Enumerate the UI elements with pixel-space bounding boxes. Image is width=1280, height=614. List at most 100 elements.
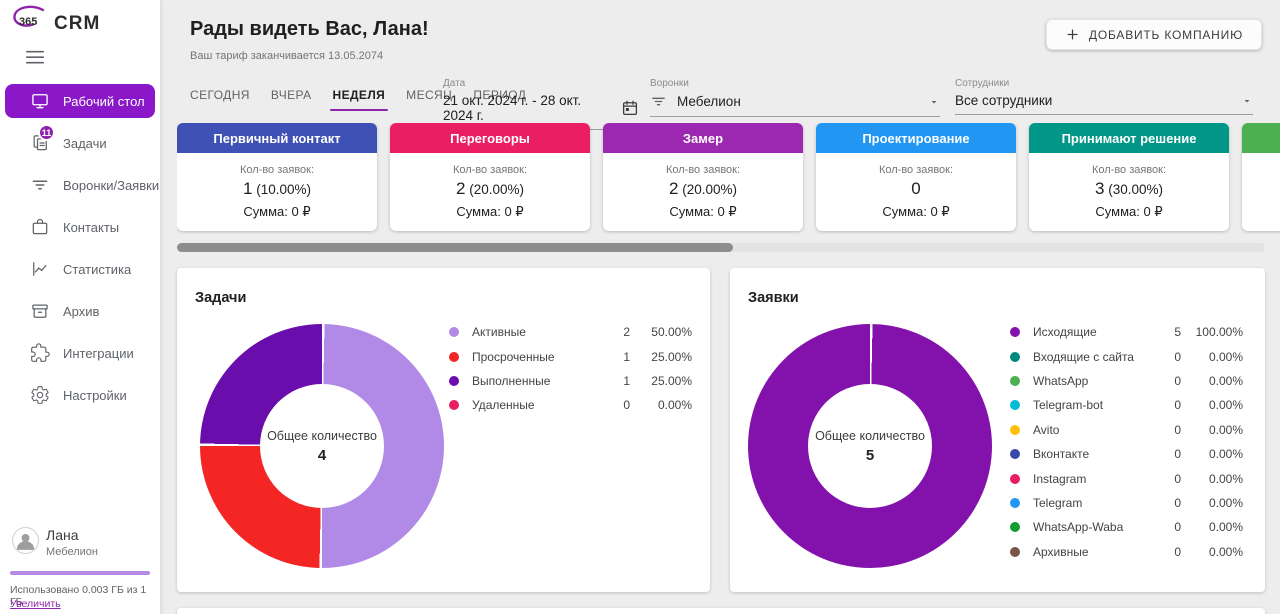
menu-toggle-icon[interactable] [24,48,46,66]
tab-today[interactable]: СЕГОДНЯ [190,88,250,111]
stage-count-label: Кол-во заявок: [878,164,954,176]
employees-selected-value: Все сотрудники [955,93,1053,108]
legend-color-dot [1010,449,1020,460]
stage-count-label: Кол-во заявок: [452,164,528,176]
legend-label: Удаленные [472,398,535,413]
stage-sum: Сумма: 0 ₽ [456,204,524,219]
legend-label: Avito [1033,422,1060,437]
stage-count: 0 [911,179,921,198]
user-name: Лана [46,527,79,543]
stage-card-deciding[interactable]: Принимают решение Кол-во заявок: 3 (30.0… [1029,123,1229,231]
funnel-filter-icon [652,97,665,106]
legend-item[interactable]: Удаленные 0 0.00% [449,393,692,417]
stages-scrollbar-track[interactable] [177,243,1265,252]
stage-sum: Сумма: 0 ₽ [1095,204,1163,219]
sidebar-item-integrations[interactable]: Интеграции [0,332,160,374]
legend-pct: 0.00% [1208,544,1243,559]
legend-color-dot [1010,400,1020,411]
legend-label: Instagram [1033,471,1087,486]
legend-label: Выполненные [472,373,551,388]
legend-count: 0 [1174,422,1181,437]
legend-color-dot [449,327,459,338]
date-field-label: Дата [443,78,466,89]
stage-card-primary-contact[interactable]: Первичный контакт Кол-во заявок: 1 (10.0… [177,123,377,231]
legend-color-dot [1010,546,1020,557]
legend-label: Исходящие [1033,325,1097,340]
svg-text:CRM: CRM [54,13,100,34]
legend-item[interactable]: Telegram 0 0.00% [1010,491,1243,515]
legend-item[interactable]: Instagram 0 0.00% [1010,466,1243,490]
legend-item[interactable]: Вконтакте 0 0.00% [1010,442,1243,466]
sidebar-item-contacts[interactable]: Контакты [0,206,160,248]
legend-pct: 25.00% [651,373,692,388]
legend-color-dot [449,375,459,386]
donut-center-total: 4 [317,446,327,464]
funnels-select[interactable]: Мебелион [650,93,940,117]
stage-card-negotiations[interactable]: Переговоры Кол-во заявок: 2 (20.00%) Сум… [390,123,590,231]
stage-header [1242,123,1280,153]
legend-pct: 25.00% [651,349,692,364]
sidebar-item-tasks[interactable]: 11 Задачи [0,122,160,164]
legend-pct: 0.00% [1208,398,1243,413]
legend-item[interactable]: Просроченные 1 25.00% [449,344,692,368]
app-logo: 365 CRM [6,2,136,49]
legend-item[interactable]: WhatsApp 0 0.00% [1010,369,1243,393]
stage-card-measurement[interactable]: Замер Кол-во заявок: 2 (20.00%) Сумма: 0… [603,123,803,231]
stage-card-partial[interactable] [1242,123,1280,231]
legend-count: 1 [623,349,630,364]
sidebar-item-statistics[interactable]: Статистика [0,248,160,290]
stage-count: 3 (30.00%) [1095,179,1163,198]
calendar-icon[interactable] [621,99,639,117]
legend-count: 0 [623,398,630,413]
storage-upgrade-link[interactable]: Увеличить [10,598,61,610]
sidebar-item-archive[interactable]: Архив [0,290,160,332]
sidebar-item-funnels[interactable]: Воронки/Заявки [0,164,160,206]
stages-scrollbar-thumb[interactable] [177,243,733,252]
legend-item[interactable]: Активные 2 50.00% [449,320,692,344]
tasks-badge: 11 [38,124,55,141]
legend-count: 5 [1174,325,1181,340]
sidebar-item-label: Воронки/Заявки [63,177,160,193]
leads-chart-title: Заявки [748,290,799,306]
legend-item[interactable]: Выполненные 1 25.00% [449,369,692,393]
legend-item[interactable]: Telegram-bot 0 0.00% [1010,393,1243,417]
legend-pct: 0.00% [1208,349,1243,364]
tasks-donut-center: Общее количество 4 [260,384,384,508]
legend-pct: 0.00% [1208,495,1243,510]
legend-color-dot [449,400,459,411]
legend-item[interactable]: Архивные 0 0.00% [1010,540,1243,564]
legend-label: Просроченные [472,349,555,364]
sidebar-item-settings[interactable]: Настройки [0,374,160,416]
legend-label: Входящие с сайта [1033,349,1134,364]
legend-pct: 0.00% [1208,447,1243,462]
tab-week[interactable]: НЕДЕЛЯ [329,88,388,111]
leads-chart-card: Заявки Общее количество 5 Исходящие 5 10… [730,268,1265,592]
stage-body: Кол-во заявок: 1 (10.00%) Сумма: 0 ₽ [177,164,377,220]
stage-body: Кол-во заявок: 0 Сумма: 0 ₽ [816,164,1016,220]
chevron-down-icon [931,100,937,103]
stage-body: Кол-во заявок: 2 (20.00%) Сумма: 0 ₽ [603,164,803,220]
legend-item[interactable]: Avito 0 0.00% [1010,418,1243,442]
tab-yesterday[interactable]: ВЧЕРА [271,88,312,111]
stage-body: Кол-во заявок: 2 (20.00%) Сумма: 0 ₽ [390,164,590,220]
legend-color-dot [1010,497,1020,508]
legend-count: 0 [1174,544,1181,559]
page-title: Рады видеть Вас, Лана! [190,18,429,40]
legend-count: 0 [1174,471,1181,486]
legend-color-dot [449,351,459,362]
add-company-button[interactable]: ДОБАВИТЬ КОМПАНИЮ [1045,19,1262,50]
donut-center-label: Общее количество [267,428,377,443]
legend-item[interactable]: WhatsApp-Waba 0 0.00% [1010,515,1243,539]
legend-pct: 0.00% [1208,471,1243,486]
stage-card-design[interactable]: Проектирование Кол-во заявок: 0 Сумма: 0… [816,123,1016,231]
add-company-label: ДОБАВИТЬ КОМПАНИЮ [1088,27,1243,42]
employees-select[interactable]: Все сотрудники [955,93,1253,115]
next-section-card [177,608,1265,614]
user-avatar[interactable] [12,527,39,554]
funnels-selected-value: Мебелион [677,94,741,109]
legend-item[interactable]: Исходящие 5 100.00% [1010,320,1243,344]
chevron-down-icon [1244,99,1250,102]
sidebar: 365 CRM Рабочий стол 11 Задачи Воронки/З… [0,0,160,614]
legend-item[interactable]: Входящие с сайта 0 0.00% [1010,344,1243,368]
sidebar-item-desktop[interactable]: Рабочий стол [5,84,155,118]
